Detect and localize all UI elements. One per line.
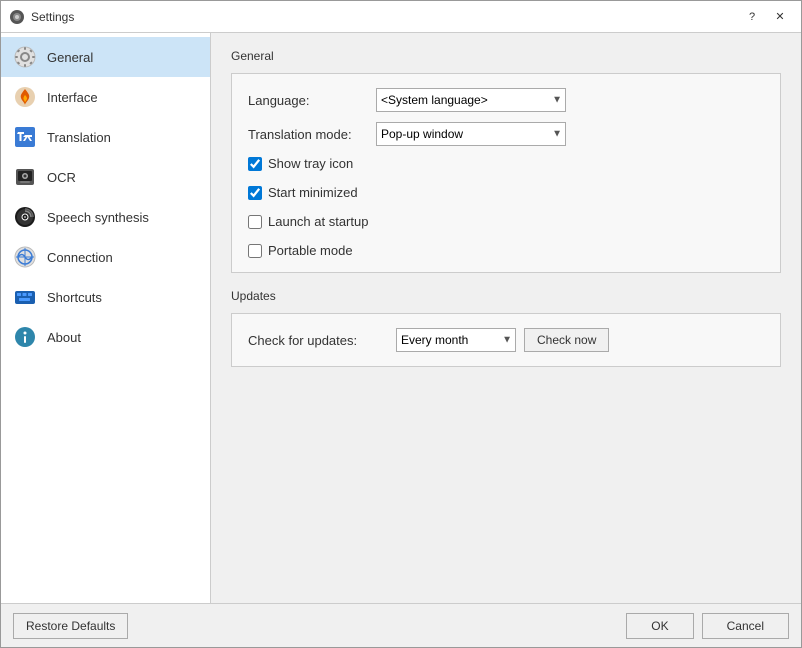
language-label: Language: xyxy=(248,93,368,108)
translation-mode-select[interactable]: Pop-up windowInlineOverlay xyxy=(376,122,566,146)
general-settings-box: Language: <System language>EnglishGerman… xyxy=(231,73,781,273)
connection-icon xyxy=(13,245,37,269)
sidebar-item-connection[interactable]: Connection xyxy=(1,237,210,277)
sidebar-label-interface: Interface xyxy=(47,90,98,105)
sidebar-item-interface[interactable]: Interface xyxy=(1,77,210,117)
sidebar-label-shortcuts: Shortcuts xyxy=(47,290,102,305)
sidebar-item-shortcuts[interactable]: Shortcuts xyxy=(1,277,210,317)
show-tray-icon-label: Show tray icon xyxy=(268,156,353,171)
updates-settings-box: Check for updates: Every dayEvery weekEv… xyxy=(231,313,781,367)
translation-icon xyxy=(13,125,37,149)
updates-row: Check for updates: Every dayEvery weekEv… xyxy=(248,328,764,352)
check-now-button[interactable]: Check now xyxy=(524,328,609,352)
sidebar-label-about: About xyxy=(47,330,81,345)
portable-mode-row[interactable]: Portable mode xyxy=(248,243,353,258)
check-for-updates-label: Check for updates: xyxy=(248,333,388,348)
sidebar-label-speech: Speech synthesis xyxy=(47,210,149,225)
restore-defaults-button[interactable]: Restore Defaults xyxy=(13,613,128,639)
show-tray-icon-checkbox[interactable] xyxy=(248,157,262,171)
sidebar-item-ocr[interactable]: OCR xyxy=(1,157,210,197)
check-interval-select-wrapper: Every dayEvery weekEvery monthNever ▼ xyxy=(396,328,516,352)
start-minimized-label: Start minimized xyxy=(268,185,358,200)
window-controls: ? ✕ xyxy=(739,6,793,28)
titlebar: Settings ? ✕ xyxy=(1,1,801,33)
app-icon xyxy=(9,9,25,25)
language-select[interactable]: <System language>EnglishGermanFrenchSpan… xyxy=(376,88,566,112)
close-button[interactable]: ✕ xyxy=(767,6,793,28)
start-minimized-row[interactable]: Start minimized xyxy=(248,185,358,200)
sidebar-item-speech-synthesis[interactable]: Speech synthesis xyxy=(1,197,210,237)
window-title: Settings xyxy=(31,10,739,24)
updates-section-title: Updates xyxy=(231,289,781,303)
footer-action-buttons: OK Cancel xyxy=(626,613,789,639)
translation-mode-select-wrapper: Pop-up windowInlineOverlay ▼ xyxy=(376,122,566,146)
content-area: General Interface xyxy=(1,33,801,603)
launch-at-startup-checkbox[interactable] xyxy=(248,215,262,229)
about-icon xyxy=(13,325,37,349)
portable-mode-checkbox[interactable] xyxy=(248,244,262,258)
sidebar: General Interface xyxy=(1,33,211,603)
flame-icon xyxy=(13,85,37,109)
checkboxes-group: Show tray icon Start minimized Launch at… xyxy=(248,156,764,258)
settings-window: Settings ? ✕ xyxy=(0,0,802,648)
translation-mode-row: Translation mode: Pop-up windowInlineOve… xyxy=(248,122,764,146)
shortcuts-icon xyxy=(13,285,37,309)
language-select-wrapper: <System language>EnglishGermanFrenchSpan… xyxy=(376,88,566,112)
main-panel: General Language: <System language>Engli… xyxy=(211,33,801,603)
sidebar-label-ocr: OCR xyxy=(47,170,76,185)
launch-at-startup-label: Launch at startup xyxy=(268,214,368,229)
translation-mode-label: Translation mode: xyxy=(248,127,368,142)
sidebar-label-general: General xyxy=(47,50,93,65)
ok-button[interactable]: OK xyxy=(626,613,693,639)
gear-icon xyxy=(13,45,37,69)
sidebar-item-general[interactable]: General xyxy=(1,37,210,77)
portable-mode-label: Portable mode xyxy=(268,243,353,258)
speech-icon xyxy=(13,205,37,229)
start-minimized-checkbox[interactable] xyxy=(248,186,262,200)
sidebar-item-translation[interactable]: Translation xyxy=(1,117,210,157)
general-section-title: General xyxy=(231,49,781,63)
sidebar-label-connection: Connection xyxy=(47,250,113,265)
check-interval-select[interactable]: Every dayEvery weekEvery monthNever xyxy=(396,328,516,352)
footer: Restore Defaults OK Cancel xyxy=(1,603,801,647)
launch-at-startup-row[interactable]: Launch at startup xyxy=(248,214,368,229)
ocr-icon xyxy=(13,165,37,189)
sidebar-label-translation: Translation xyxy=(47,130,111,145)
sidebar-item-about[interactable]: About xyxy=(1,317,210,357)
help-button[interactable]: ? xyxy=(739,6,765,28)
show-tray-icon-row[interactable]: Show tray icon xyxy=(248,156,353,171)
language-row: Language: <System language>EnglishGerman… xyxy=(248,88,764,112)
cancel-button[interactable]: Cancel xyxy=(702,613,789,639)
